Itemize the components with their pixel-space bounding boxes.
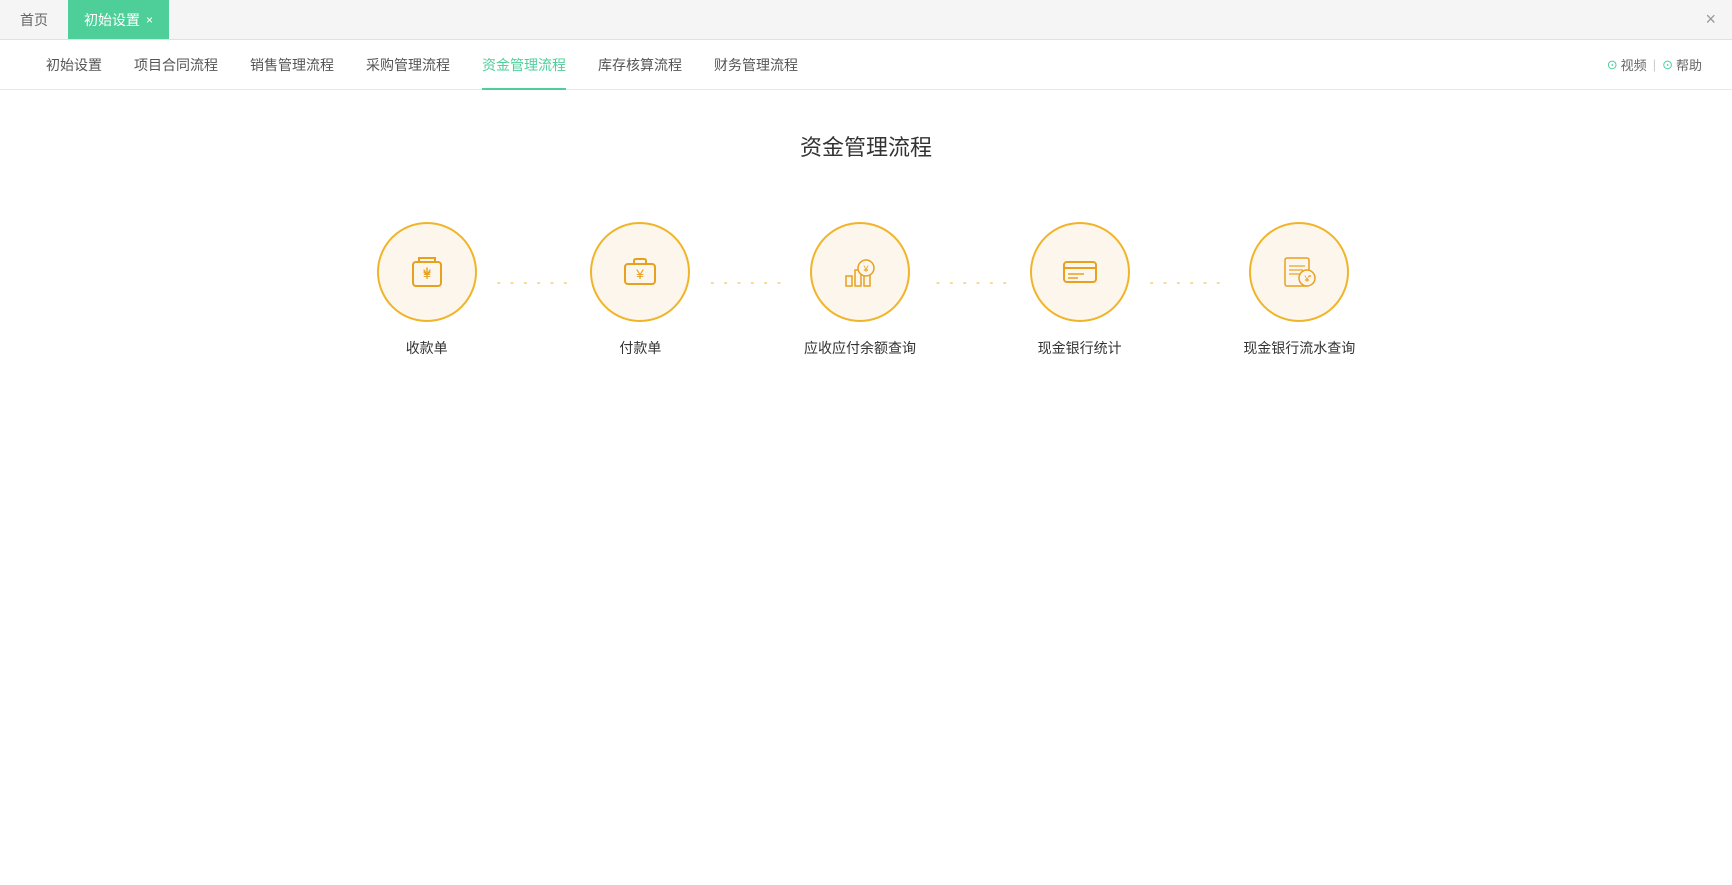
nav-item-fund-management[interactable]: 资金管理流程 <box>466 40 582 90</box>
svg-text:¥: ¥ <box>862 264 869 274</box>
flow-step-cash-bank-flow[interactable]: ¥ 现金银行流水查询 <box>1243 222 1355 358</box>
connector-4: - - - - - - <box>1130 275 1244 289</box>
home-label: 首页 <box>20 10 48 30</box>
active-tab-label: 初始设置 <box>84 10 140 30</box>
flow-steps: ¥ 收款单 - - - - - - <box>266 222 1466 358</box>
help-button[interactable]: ⊙ 帮助 <box>1662 55 1702 74</box>
step-circle-cash-bank-stats <box>1030 222 1130 322</box>
payment-icon: ¥ <box>615 247 665 297</box>
cash-flow-icon: ¥ <box>1274 247 1324 297</box>
window-close-button[interactable]: × <box>1705 9 1716 30</box>
help-label: 帮助 <box>1676 55 1702 74</box>
step-label-payment: 付款单 <box>619 338 661 358</box>
active-tab[interactable]: 初始设置 × <box>68 0 169 39</box>
svg-text:¥: ¥ <box>635 266 644 282</box>
connector-3: - - - - - - <box>916 275 1030 289</box>
step-label-cash-bank-stats: 现金银行统计 <box>1038 338 1122 358</box>
main-content: 资金管理流程 ¥ 收款单 <box>0 90 1732 398</box>
nav-item-project-contract[interactable]: 项目合同流程 <box>118 40 234 90</box>
step-circle-cash-bank-flow: ¥ <box>1249 222 1349 322</box>
top-bar: 首页 初始设置 × × <box>0 0 1732 40</box>
video-label: 视频 <box>1621 55 1647 74</box>
tab-close-icon[interactable]: × <box>146 13 153 27</box>
nav-item-inventory-calculation[interactable]: 库存核算流程 <box>582 40 698 90</box>
step-circle-balance-query: ¥ <box>810 222 910 322</box>
help-icon: ⊙ <box>1662 57 1673 73</box>
nav-right-actions: ⊙ 视频 | ⊙ 帮助 <box>1607 55 1702 74</box>
page-title: 资金管理流程 <box>800 130 932 162</box>
play-icon: ⊙ <box>1607 57 1618 73</box>
nav-bar: 初始设置 项目合同流程 销售管理流程 采购管理流程 资金管理流程 库存核算流程 … <box>0 40 1732 90</box>
step-circle-payment: ¥ <box>590 222 690 322</box>
nav-item-finance-management[interactable]: 财务管理流程 <box>698 40 814 90</box>
receipt-icon: ¥ <box>402 247 452 297</box>
flow-step-payment[interactable]: ¥ 付款单 <box>590 222 690 358</box>
step-circle-receipt: ¥ <box>377 222 477 322</box>
step-label-cash-bank-flow: 现金银行流水查询 <box>1243 338 1355 358</box>
video-help-button[interactable]: ⊙ 视频 <box>1607 55 1647 74</box>
flow-step-balance-query[interactable]: ¥ 应收应付余额查询 <box>804 222 916 358</box>
step-label-balance-query: 应收应付余额查询 <box>804 338 916 358</box>
connector-1: - - - - - - <box>477 275 591 289</box>
nav-item-purchase-management[interactable]: 采购管理流程 <box>350 40 466 90</box>
nav-item-sales-management[interactable]: 销售管理流程 <box>234 40 350 90</box>
step-label-receipt: 收款单 <box>406 338 448 358</box>
flow-step-cash-bank-stats[interactable]: 现金银行统计 <box>1030 222 1130 358</box>
connector-2: - - - - - - <box>690 275 804 289</box>
flow-step-receipt[interactable]: ¥ 收款单 <box>377 222 477 358</box>
home-tab[interactable]: 首页 <box>0 0 68 39</box>
top-bar-right: × <box>1705 9 1732 30</box>
balance-icon: ¥ <box>835 247 885 297</box>
nav-item-initial-setup[interactable]: 初始设置 <box>30 40 118 90</box>
cash-bank-icon <box>1055 247 1105 297</box>
